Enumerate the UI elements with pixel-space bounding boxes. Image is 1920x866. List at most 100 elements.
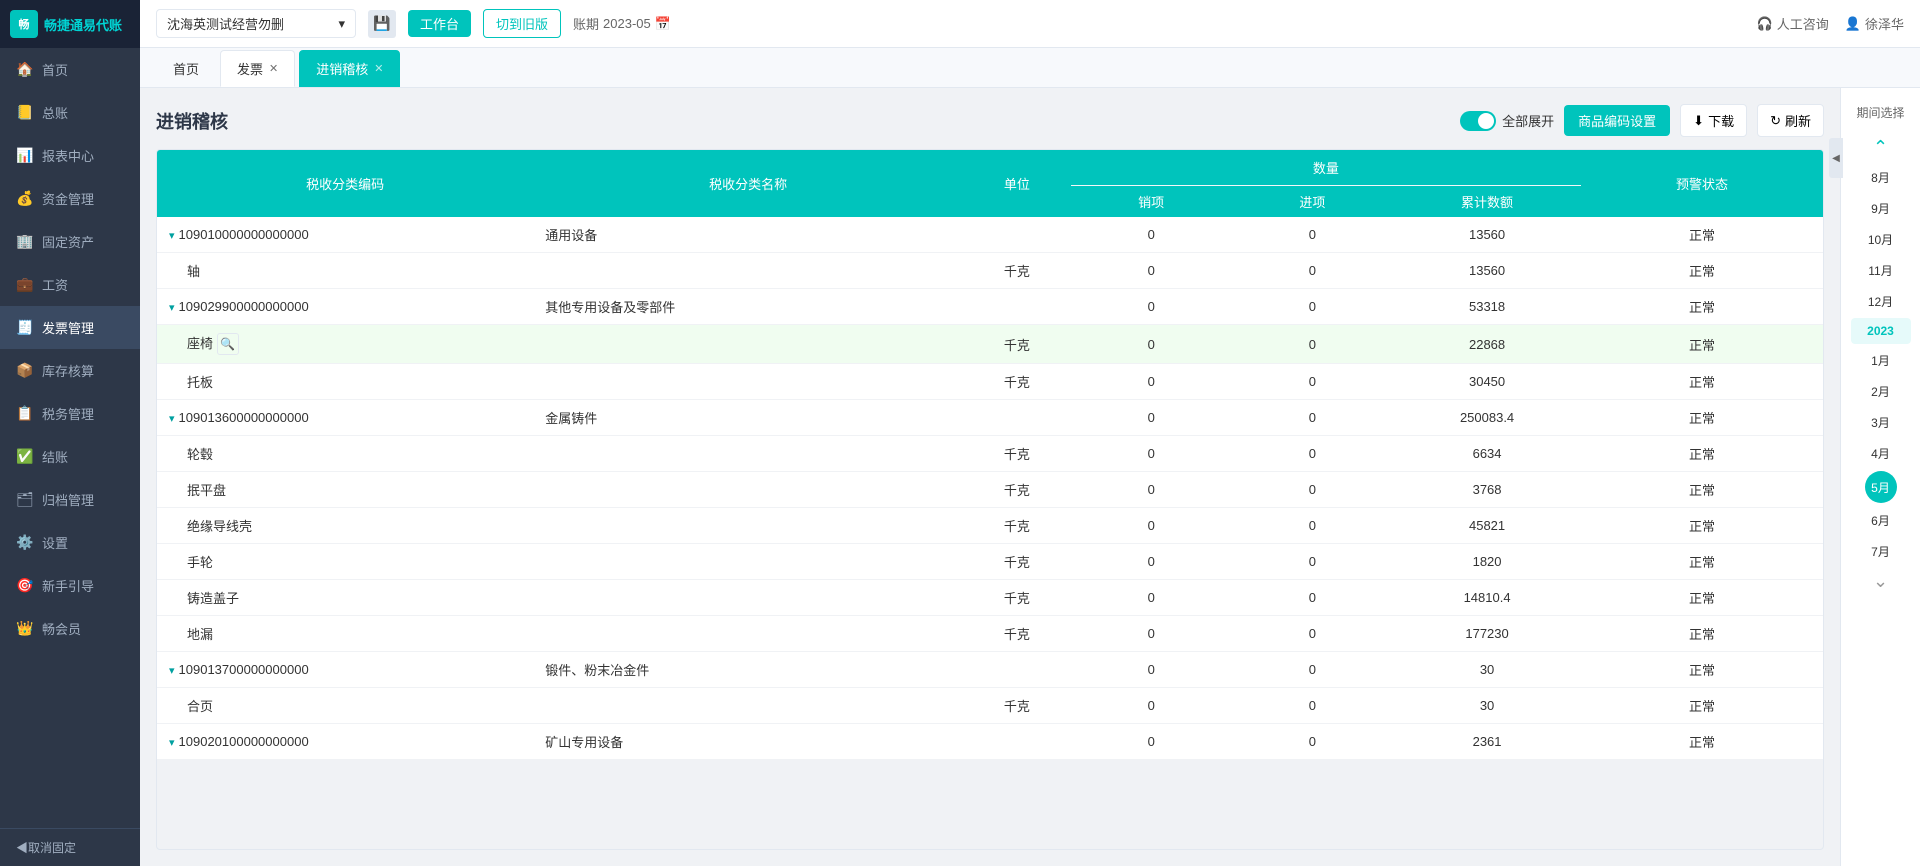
download-button[interactable]: ⬇ 下载 (1680, 104, 1747, 137)
td-name-child (533, 472, 963, 508)
guide-icon: 🎯 (16, 577, 34, 594)
td-name-child (533, 364, 963, 400)
sidebar-item-report[interactable]: 📊 报表中心 (0, 134, 140, 177)
workspace-button[interactable]: 工作台 (408, 10, 471, 37)
refresh-button[interactable]: ↻ 刷新 (1757, 104, 1824, 137)
sidebar-item-salary[interactable]: 💼 工资 (0, 263, 140, 306)
td-code-child: 座椅 🔍 (157, 325, 533, 364)
sidebar-label-inventory: 库存核算 (42, 361, 94, 380)
sidebar-item-guide[interactable]: 🎯 新手引导 (0, 564, 140, 607)
td-sales: 0 (1071, 217, 1232, 253)
panel-nav-down[interactable]: ⌄ (1873, 571, 1888, 592)
expand-toggle-switch[interactable] (1460, 111, 1496, 131)
logo-icon: 畅 (10, 10, 38, 38)
month-item-3[interactable]: 3月 (1851, 408, 1911, 437)
td-status: 正常 (1581, 325, 1823, 364)
month-item-11[interactable]: 11月 (1851, 256, 1911, 285)
sidebar-item-inventory[interactable]: 📦 库存核算 (0, 349, 140, 392)
month-item-1[interactable]: 1月 (1851, 346, 1911, 375)
th-tax-code: 税收分类编码 (157, 150, 533, 217)
month-item-8[interactable]: 8月 (1851, 163, 1911, 192)
month-item-4[interactable]: 4月 (1851, 439, 1911, 468)
company-dropdown-icon: ▾ (338, 16, 345, 32)
table-row: ▾109010000000000000 通用设备 0 0 13560 正常 (157, 217, 1823, 253)
sidebar-item-tax[interactable]: 📋 税务管理 (0, 392, 140, 435)
main-area: 进销稽核 全部展开 商品编码设置 ⬇ 下载 ↻ 刷新 (140, 88, 1840, 866)
page-header: 进销稽核 全部展开 商品编码设置 ⬇ 下载 ↻ 刷新 (156, 104, 1824, 137)
user-menu[interactable]: 👤 徐泽华 (1845, 14, 1904, 33)
sidebar-item-member[interactable]: 👑 畅会员 (0, 607, 140, 650)
sidebar-pin-toggle[interactable]: ◀取消固定 (0, 828, 140, 866)
tab-home-label: 首页 (173, 59, 199, 78)
sidebar-item-settings[interactable]: ⚙️ 设置 (0, 521, 140, 564)
td-purchase: 0 (1232, 616, 1393, 652)
td-purchase: 0 (1232, 400, 1393, 436)
sidebar-item-fund[interactable]: 💰 资金管理 (0, 177, 140, 220)
td-status: 正常 (1581, 253, 1823, 289)
td-purchase: 0 (1232, 289, 1393, 325)
td-sales: 0 (1071, 688, 1232, 724)
tab-reconcile[interactable]: 进销稽核 ✕ (299, 50, 400, 87)
td-code-child: 绝缘导线壳 (157, 508, 533, 544)
group-toggle[interactable]: ▾ (169, 665, 175, 677)
support-button[interactable]: 🎧 人工咨询 (1757, 14, 1829, 33)
calendar-icon[interactable]: 📅 (655, 16, 671, 32)
tab-invoice-close[interactable]: ✕ (269, 62, 278, 75)
td-sales: 0 (1071, 616, 1232, 652)
refresh-icon: ↻ (1770, 113, 1781, 129)
month-item-9[interactable]: 9月 (1851, 194, 1911, 223)
td-unit: 千克 (963, 508, 1070, 544)
sidebar-label-settings: 设置 (42, 533, 68, 552)
td-unit: 千克 (963, 544, 1070, 580)
sidebar-item-archive[interactable]: 🗂 归档管理 (0, 478, 140, 521)
headset-icon: 🎧 (1757, 16, 1773, 32)
td-total: 177230 (1393, 616, 1581, 652)
td-status: 正常 (1581, 652, 1823, 688)
tab-reconcile-close[interactable]: ✕ (374, 62, 383, 75)
tab-invoice[interactable]: 发票 ✕ (220, 50, 295, 87)
month-item-10[interactable]: 10月 (1851, 225, 1911, 254)
td-purchase: 0 (1232, 364, 1393, 400)
month-item-7[interactable]: 7月 (1851, 537, 1911, 566)
asset-icon: 🏢 (16, 233, 34, 250)
company-selector[interactable]: 沈海英测试经营勿删 ▾ (156, 9, 356, 38)
sidebar-item-ledger[interactable]: 📒 总账 (0, 91, 140, 134)
td-name: 锻件、粉末冶金件 (533, 652, 963, 688)
ledger-icon: 📒 (16, 104, 34, 121)
table-row: ▾109029900000000000 其他专用设备及零部件 0 0 53318… (157, 289, 1823, 325)
table-row: ▾109020100000000000 矿山专用设备 0 0 2361 正常 (157, 724, 1823, 760)
month-item-6[interactable]: 6月 (1851, 506, 1911, 535)
sidebar-item-home[interactable]: 🏠 首页 (0, 48, 140, 91)
sidebar-item-invoice[interactable]: 🧾 发票管理 (0, 306, 140, 349)
td-name-child (533, 688, 963, 724)
old-version-button[interactable]: 切到旧版 (483, 9, 561, 38)
table-row: 抿平盘 千克 0 0 3768 正常 (157, 472, 1823, 508)
sidebar-label-fund: 资金管理 (42, 189, 94, 208)
group-toggle[interactable]: ▾ (169, 230, 175, 242)
product-code-button[interactable]: 商品编码设置 (1564, 105, 1670, 136)
period-text: 账期 (573, 14, 599, 33)
month-item-2[interactable]: 2月 (1851, 377, 1911, 406)
td-unit (963, 724, 1070, 760)
month-item-5-active[interactable]: 5月 (1865, 471, 1897, 503)
tab-home[interactable]: 首页 (156, 50, 216, 87)
td-total: 30 (1393, 688, 1581, 724)
td-unit: 千克 (963, 580, 1070, 616)
toggle-all[interactable]: 全部展开 (1460, 111, 1554, 131)
panel-nav-up[interactable]: ⌃ (1873, 137, 1888, 158)
search-icon[interactable]: 🔍 (217, 333, 239, 355)
group-toggle[interactable]: ▾ (169, 302, 175, 314)
td-total: 13560 (1393, 217, 1581, 253)
month-item-12[interactable]: 12月 (1851, 287, 1911, 316)
save-button[interactable]: 💾 (368, 10, 396, 38)
group-toggle[interactable]: ▾ (169, 737, 175, 749)
group-toggle[interactable]: ▾ (169, 413, 175, 425)
data-table-wrap[interactable]: 税收分类编码 税收分类名称 单位 数量 预警状态 销项 进项 累计数额 (156, 149, 1824, 850)
sidebar-label-invoice: 发票管理 (42, 318, 94, 337)
panel-collapse-button[interactable]: ◀ (1829, 138, 1843, 178)
sidebar-item-asset[interactable]: 🏢 固定资产 (0, 220, 140, 263)
period-label: 账期 2023-05 📅 (573, 14, 671, 33)
sidebar-item-settle[interactable]: ✅ 结账 (0, 435, 140, 478)
archive-icon: 🗂 (16, 491, 34, 508)
td-status: 正常 (1581, 400, 1823, 436)
